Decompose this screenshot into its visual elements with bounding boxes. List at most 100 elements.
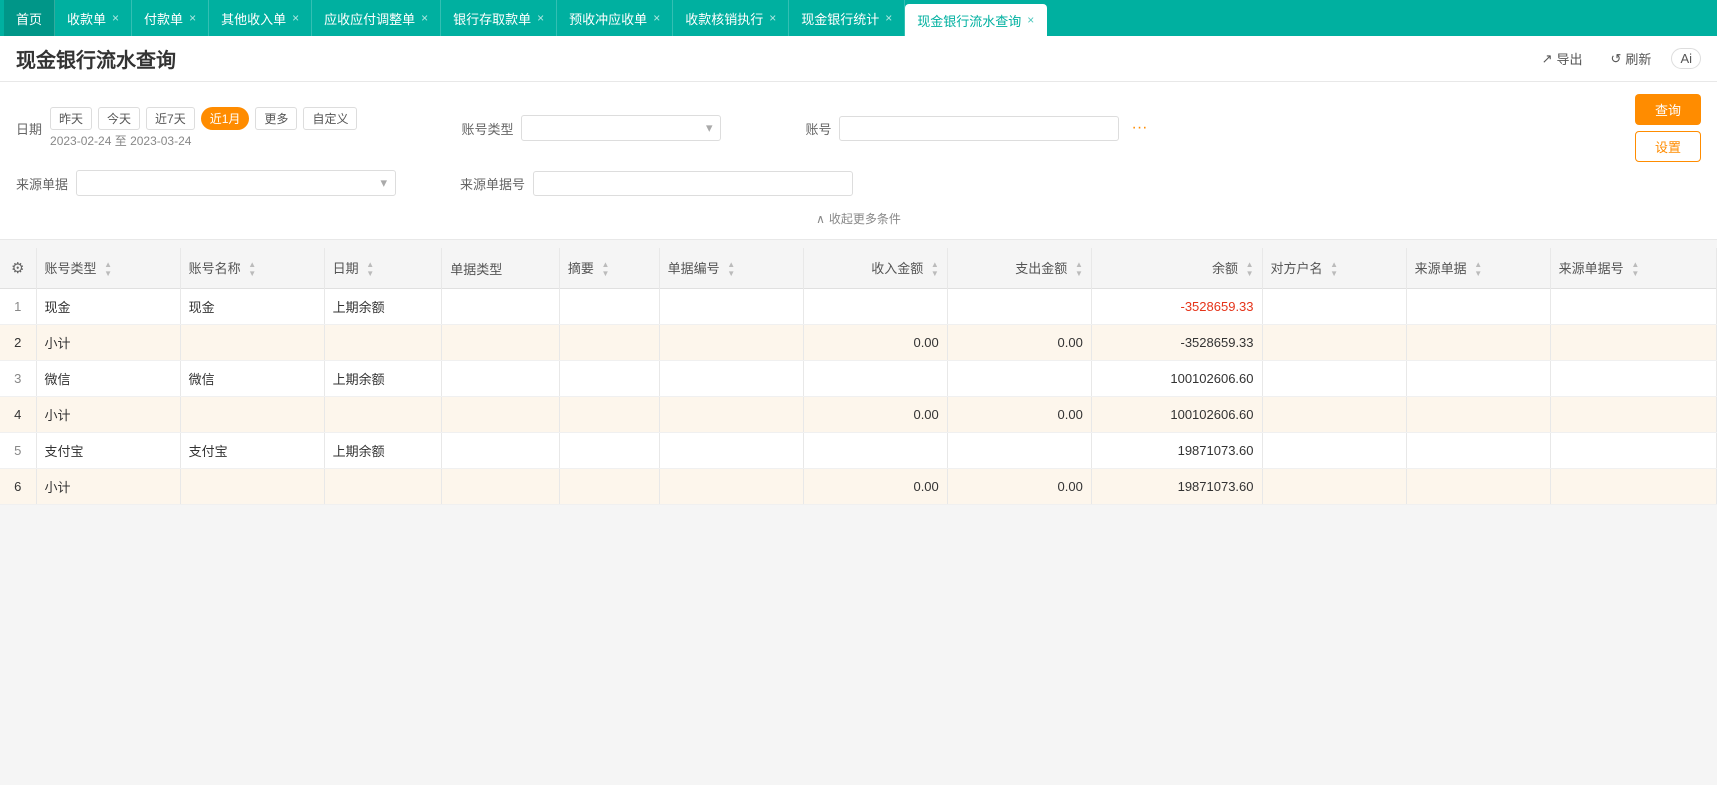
cell-balance: 100102606.60 [1091,397,1262,433]
cell-balance: 19871073.60 [1091,433,1262,469]
table-row[interactable]: 6 小计 0.00 0.00 19871073.60 [0,469,1717,505]
row-number: 6 [0,469,36,505]
th-summary[interactable]: 摘要 ▲ ▼ [559,248,659,289]
chevron-down-icon: ▾ [706,120,713,136]
cell-doc-number [659,433,803,469]
nav-item-receipts[interactable]: 收款单 × [55,0,132,36]
date-btn-custom[interactable]: 自定义 [303,107,357,130]
sort-icon: ▲ ▼ [727,261,735,278]
nav-item-ap-adjustment[interactable]: 应收应付调整单 × [312,0,441,36]
nav-item-home[interactable]: 首页 [4,0,55,36]
table-row[interactable]: 5 支付宝 支付宝 上期余额 19871073.60 [0,433,1717,469]
ai-button[interactable]: Ai [1671,48,1701,69]
collapse-bar[interactable]: ∧ 收起更多条件 [16,204,1701,227]
sort-icon: ▲ ▼ [931,261,939,278]
cell-expense: 0.00 [947,469,1091,505]
cell-summary [559,397,659,433]
nav-item-bank-stats[interactable]: 现金银行统计 × [789,0,905,36]
date-filter: 日期 昨天 今天 近7天 近1月 更多 自定义 2023-02-24 至 202… [16,107,357,149]
date-label: 日期 [16,119,42,138]
cell-counterpart [1262,433,1406,469]
export-icon: ↗ [1542,51,1553,67]
th-expense[interactable]: 支出金额 ▲ ▼ [947,248,1091,289]
sort-icon: ▲ ▼ [1631,261,1639,278]
table-body: 1 现金 现金 上期余额 -3528659.33 2 小计 0.00 0.00 … [0,289,1717,505]
cell-expense: 0.00 [947,325,1091,361]
cell-source-doc [1406,289,1550,325]
date-option-buttons: 昨天 今天 近7天 近1月 更多 自定义 [50,107,357,130]
sort-icon: ▲ ▼ [248,261,256,278]
cell-summary [559,289,659,325]
th-source-doc-num[interactable]: 来源单据号 ▲ ▼ [1550,248,1716,289]
th-income[interactable]: 收入金额 ▲ ▼ [803,248,947,289]
close-icon[interactable]: × [292,11,299,25]
close-icon[interactable]: × [112,11,119,25]
table-row[interactable]: 3 微信 微信 上期余额 100102606.60 [0,361,1717,397]
row-number: 4 [0,397,36,433]
close-icon[interactable]: × [1027,13,1034,27]
cell-date: 上期余额 [324,289,442,325]
date-btn-7days[interactable]: 近7天 [146,107,195,130]
nav-item-other-income[interactable]: 其他收入单 × [209,0,312,36]
account-label: 账号 [805,119,831,138]
date-btn-today[interactable]: 今天 [98,107,140,130]
cell-account-type: 支付宝 [36,433,180,469]
account-input[interactable] [839,116,1119,141]
close-icon[interactable]: × [769,11,776,25]
cell-account-type: 现金 [36,289,180,325]
row-number: 5 [0,433,36,469]
nav-item-bank-deposit[interactable]: 银行存取款单 × [441,0,557,36]
account-type-select[interactable]: ▾ [521,115,721,141]
cell-expense: 0.00 [947,397,1091,433]
gear-icon[interactable]: ⚙ [11,260,24,277]
cell-doc-number [659,361,803,397]
th-settings: ⚙ [0,248,36,289]
th-date[interactable]: 日期 ▲ ▼ [324,248,442,289]
cell-summary [559,433,659,469]
close-icon[interactable]: × [653,11,660,25]
cell-source-doc-num [1550,469,1716,505]
nav-item-writeoff[interactable]: 收款核销执行 × [673,0,789,36]
action-buttons: 查询 设置 [1635,94,1701,162]
cell-source-doc [1406,361,1550,397]
th-source-doc[interactable]: 来源单据 ▲ ▼ [1406,248,1550,289]
sort-icon: ▲ ▼ [601,261,609,278]
th-doc-number[interactable]: 单据编号 ▲ ▼ [659,248,803,289]
cell-account-type: 小计 [36,325,180,361]
date-btn-yesterday[interactable]: 昨天 [50,107,92,130]
close-icon[interactable]: × [189,11,196,25]
source-doc-filter: 来源单据 ▾ [16,170,396,196]
export-button[interactable]: ↗ 导出 [1534,45,1591,72]
table-row[interactable]: 2 小计 0.00 0.00 -3528659.33 [0,325,1717,361]
nav-item-bank-flow[interactable]: 现金银行流水查询 × [905,4,1047,36]
data-table: ⚙ 账号类型 ▲ ▼ 账号名称 ▲ ▼ 日期 [0,248,1717,505]
table-row[interactable]: 4 小计 0.00 0.00 100102606.60 [0,397,1717,433]
cell-counterpart [1262,325,1406,361]
cell-source-doc [1406,469,1550,505]
source-doc-num-input[interactable] [533,171,853,196]
source-doc-select[interactable]: ▾ [76,170,396,196]
cell-source-doc [1406,397,1550,433]
ellipsis-icon[interactable]: ··· [1127,119,1151,137]
th-balance[interactable]: 余额 ▲ ▼ [1091,248,1262,289]
top-navigation: 首页 收款单 × 付款单 × 其他收入单 × 应收应付调整单 × 银行存取款单 … [0,0,1717,36]
date-btn-1month[interactable]: 近1月 [201,107,250,130]
th-counterpart[interactable]: 对方户名 ▲ ▼ [1262,248,1406,289]
table-row[interactable]: 1 现金 现金 上期余额 -3528659.33 [0,289,1717,325]
cell-account-name [180,397,324,433]
th-account-name[interactable]: 账号名称 ▲ ▼ [180,248,324,289]
settings-button[interactable]: 设置 [1635,131,1701,162]
close-icon[interactable]: × [885,11,892,25]
close-icon[interactable]: × [537,11,544,25]
cell-doc-type [442,289,560,325]
refresh-button[interactable]: ↺ 刷新 [1603,45,1660,72]
date-btn-more[interactable]: 更多 [255,107,297,130]
cell-income [803,361,947,397]
nav-item-payments[interactable]: 付款单 × [132,0,209,36]
close-icon[interactable]: × [421,11,428,25]
th-account-type[interactable]: 账号类型 ▲ ▼ [36,248,180,289]
cell-date: 上期余额 [324,433,442,469]
data-table-container: ⚙ 账号类型 ▲ ▼ 账号名称 ▲ ▼ 日期 [0,248,1717,505]
nav-item-prepay[interactable]: 预收冲应收单 × [557,0,673,36]
query-button[interactable]: 查询 [1635,94,1701,125]
